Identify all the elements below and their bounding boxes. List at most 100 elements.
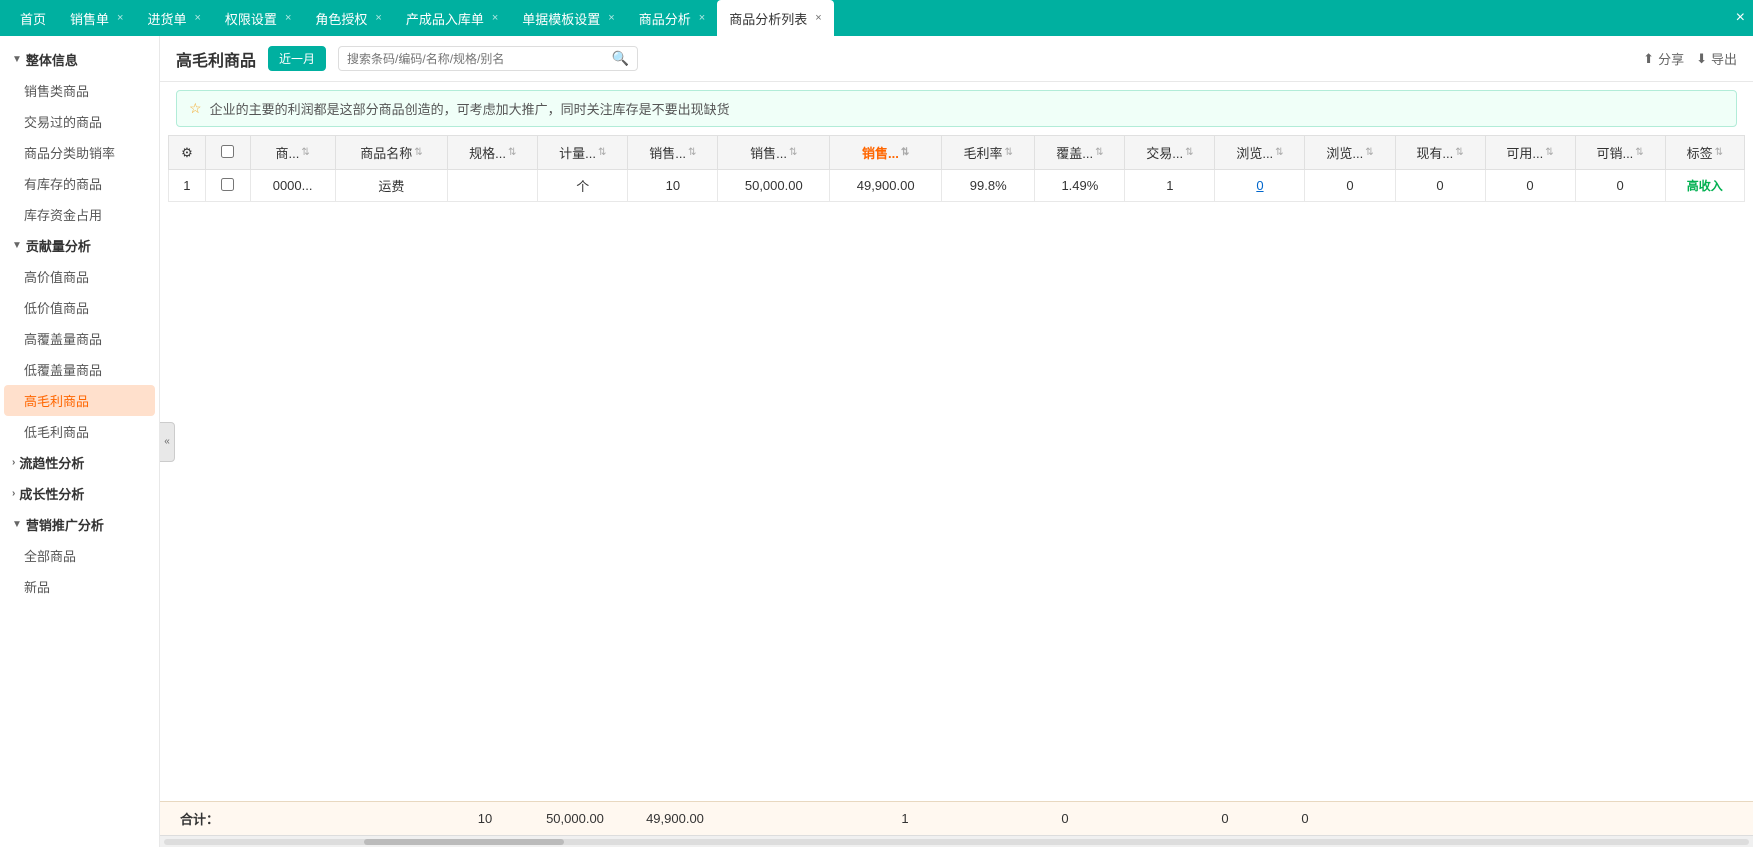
scrollbar-thumb[interactable] bbox=[364, 839, 564, 845]
table-container: ⚙ 商...⇅ 商品名称⇅ 规格...⇅ 计量...⇅ 销售...⇅ 销售...… bbox=[168, 135, 1745, 801]
arrow-trend: › bbox=[12, 457, 15, 468]
total-bar: 合计： 10 50,000.00 49,900.00 1 0 0 0 bbox=[160, 801, 1753, 835]
col-unit[interactable]: 计量...⇅ bbox=[538, 136, 628, 170]
sidebar-item-low-margin[interactable]: 低毛利商品 bbox=[0, 416, 159, 447]
sidebar-item-stocked-goods[interactable]: 有库存的商品 bbox=[0, 168, 159, 199]
col-code[interactable]: 商...⇅ bbox=[250, 136, 335, 170]
sidebar-group-contribution[interactable]: ▼ 贡献量分析 bbox=[0, 230, 159, 261]
cell-coverage: 1.49% bbox=[1035, 170, 1125, 202]
col-available[interactable]: 可用...⇅ bbox=[1485, 136, 1575, 170]
sidebar-item-stock-capital[interactable]: 库存资金占用 bbox=[0, 199, 159, 230]
arrow-marketing: ▼ bbox=[12, 519, 22, 530]
sidebar-item-all-goods[interactable]: 全部商品 bbox=[0, 540, 159, 571]
nav-goods-analysis-list[interactable]: 商品分析列表 × bbox=[717, 0, 833, 36]
main-layout: ▼ 整体信息 销售类商品 交易过的商品 商品分类助销率 有库存的商品 库存资金占… bbox=[0, 36, 1753, 847]
nav-goods-analysis[interactable]: 商品分析 × bbox=[627, 0, 717, 36]
col-salable[interactable]: 可销...⇅ bbox=[1575, 136, 1665, 170]
sidebar-item-sales-goods[interactable]: 销售类商品 bbox=[0, 75, 159, 106]
cell-unit: 个 bbox=[538, 170, 628, 202]
cell-checkbox[interactable] bbox=[205, 170, 250, 202]
cell-sales2: 50,000.00 bbox=[718, 170, 830, 202]
select-all-checkbox[interactable] bbox=[221, 145, 234, 158]
sidebar-item-category-rate[interactable]: 商品分类助销率 bbox=[0, 137, 159, 168]
sidebar: ▼ 整体信息 销售类商品 交易过的商品 商品分类助销率 有库存的商品 库存资金占… bbox=[0, 36, 160, 847]
table-row: 1 0000... 运费 个 10 50,000.00 49,900.00 99… bbox=[169, 170, 1745, 202]
sidebar-group-trend[interactable]: › 流趋性分析 bbox=[0, 447, 159, 478]
cell-browse1[interactable]: 0 bbox=[1215, 170, 1305, 202]
search-input[interactable] bbox=[347, 52, 606, 66]
close-purchase-tab[interactable]: × bbox=[194, 12, 200, 24]
total-cols: 10 50,000.00 49,900.00 1 0 0 0 bbox=[445, 811, 1753, 826]
sidebar-item-low-coverage[interactable]: 低覆盖量商品 bbox=[0, 354, 159, 385]
col-tag[interactable]: 标签⇅ bbox=[1665, 136, 1744, 170]
col-gross-rate[interactable]: 毛利率⇅ bbox=[942, 136, 1035, 170]
nav-purchase[interactable]: 进货单 × bbox=[135, 0, 212, 36]
sidebar-item-high-value[interactable]: 高价值商品 bbox=[0, 261, 159, 292]
col-current[interactable]: 现有...⇅ bbox=[1395, 136, 1485, 170]
col-name[interactable]: 商品名称⇅ bbox=[335, 136, 448, 170]
arrow-growth: › bbox=[12, 488, 15, 499]
col-browse2[interactable]: 浏览...⇅ bbox=[1305, 136, 1395, 170]
row-checkbox[interactable] bbox=[221, 178, 234, 191]
sidebar-item-traded-goods[interactable]: 交易过的商品 bbox=[0, 106, 159, 137]
close-template-tab[interactable]: × bbox=[608, 12, 614, 24]
close-sales-tab[interactable]: × bbox=[117, 12, 123, 24]
sidebar-group-growth[interactable]: › 成长性分析 bbox=[0, 478, 159, 509]
nav-sales[interactable]: 销售单 × bbox=[58, 0, 135, 36]
cell-name: 运费 bbox=[335, 170, 448, 202]
cell-spec bbox=[448, 170, 538, 202]
cell-salable: 0 bbox=[1575, 170, 1665, 202]
total-current bbox=[1105, 811, 1185, 826]
scrollbar-track bbox=[164, 839, 1749, 845]
cell-tag: 高收入 bbox=[1665, 170, 1744, 202]
share-button[interactable]: ⬆ 分享 bbox=[1643, 49, 1684, 68]
close-goods-analysis-list-tab[interactable]: × bbox=[815, 12, 821, 24]
col-spec[interactable]: 规格...⇅ bbox=[448, 136, 538, 170]
cell-sales3: 49,900.00 bbox=[830, 170, 942, 202]
page-title: 高毛利商品 bbox=[176, 47, 256, 71]
nav-auth-settings[interactable]: 权限设置 × bbox=[213, 0, 303, 36]
sidebar-item-high-margin[interactable]: 高毛利商品 bbox=[4, 385, 155, 416]
col-sales3[interactable]: 销售...⇅ bbox=[830, 136, 942, 170]
col-transactions[interactable]: 交易...⇅ bbox=[1125, 136, 1215, 170]
nav-template[interactable]: 单据模板设置 × bbox=[510, 0, 626, 36]
sidebar-item-high-coverage[interactable]: 高覆盖量商品 bbox=[0, 323, 159, 354]
close-auth-tab[interactable]: × bbox=[285, 12, 291, 24]
nav-home[interactable]: 首页 bbox=[8, 0, 58, 36]
sidebar-group-marketing[interactable]: ▼ 营销推广分析 bbox=[0, 509, 159, 540]
data-table: ⚙ 商...⇅ 商品名称⇅ 规格...⇅ 计量...⇅ 销售...⇅ 销售...… bbox=[168, 135, 1745, 202]
total-available: 0 bbox=[1185, 811, 1265, 826]
search-icon[interactable]: 🔍 bbox=[612, 50, 629, 67]
sidebar-group-overall[interactable]: ▼ 整体信息 bbox=[0, 44, 159, 75]
col-checkbox[interactable] bbox=[205, 136, 250, 170]
sidebar-item-low-value[interactable]: 低价值商品 bbox=[0, 292, 159, 323]
nav-product-stock[interactable]: 产成品入库单 × bbox=[394, 0, 510, 36]
col-sales1[interactable]: 销售...⇅ bbox=[628, 136, 718, 170]
cell-code: 0000... bbox=[250, 170, 335, 202]
cell-current: 0 bbox=[1395, 170, 1485, 202]
content-area: « 高毛利商品 近一月 🔍 ⬆ 分享 ⬇ 导出 ☆ 企 bbox=[160, 36, 1753, 847]
close-role-tab[interactable]: × bbox=[375, 12, 381, 24]
total-sales1: 10 bbox=[445, 811, 525, 826]
total-coverage bbox=[795, 811, 865, 826]
export-button[interactable]: ⬇ 导出 bbox=[1696, 49, 1737, 68]
export-icon: ⬇ bbox=[1696, 51, 1707, 67]
bottom-scrollbar[interactable] bbox=[160, 835, 1753, 847]
col-settings[interactable]: ⚙ bbox=[169, 136, 206, 170]
cell-gross-rate: 99.8% bbox=[942, 170, 1035, 202]
arrow-contribution: ▼ bbox=[12, 240, 22, 251]
close-product-stock-tab[interactable]: × bbox=[492, 12, 498, 24]
close-goods-analysis-tab[interactable]: × bbox=[699, 12, 705, 24]
filter-recent-month[interactable]: 近一月 bbox=[268, 46, 326, 71]
sidebar-item-new-goods[interactable]: 新品 bbox=[0, 571, 159, 602]
info-banner: ☆ 企业的主要的利润都是这部分商品创造的，可考虑加大推广，同时关注库存是不要出现… bbox=[176, 90, 1737, 127]
close-all-button[interactable]: × bbox=[1736, 9, 1745, 27]
col-sales2[interactable]: 销售...⇅ bbox=[718, 136, 830, 170]
sidebar-collapse-btn[interactable]: « bbox=[160, 422, 175, 462]
top-nav: 首页 销售单 × 进货单 × 权限设置 × 角色授权 × 产成品入库单 × 单据… bbox=[0, 0, 1753, 36]
col-coverage[interactable]: 覆盖...⇅ bbox=[1035, 136, 1125, 170]
arrow-overall: ▼ bbox=[12, 54, 22, 65]
col-browse1[interactable]: 浏览...⇅ bbox=[1215, 136, 1305, 170]
cell-available: 0 bbox=[1485, 170, 1575, 202]
nav-role-auth[interactable]: 角色授权 × bbox=[303, 0, 393, 36]
